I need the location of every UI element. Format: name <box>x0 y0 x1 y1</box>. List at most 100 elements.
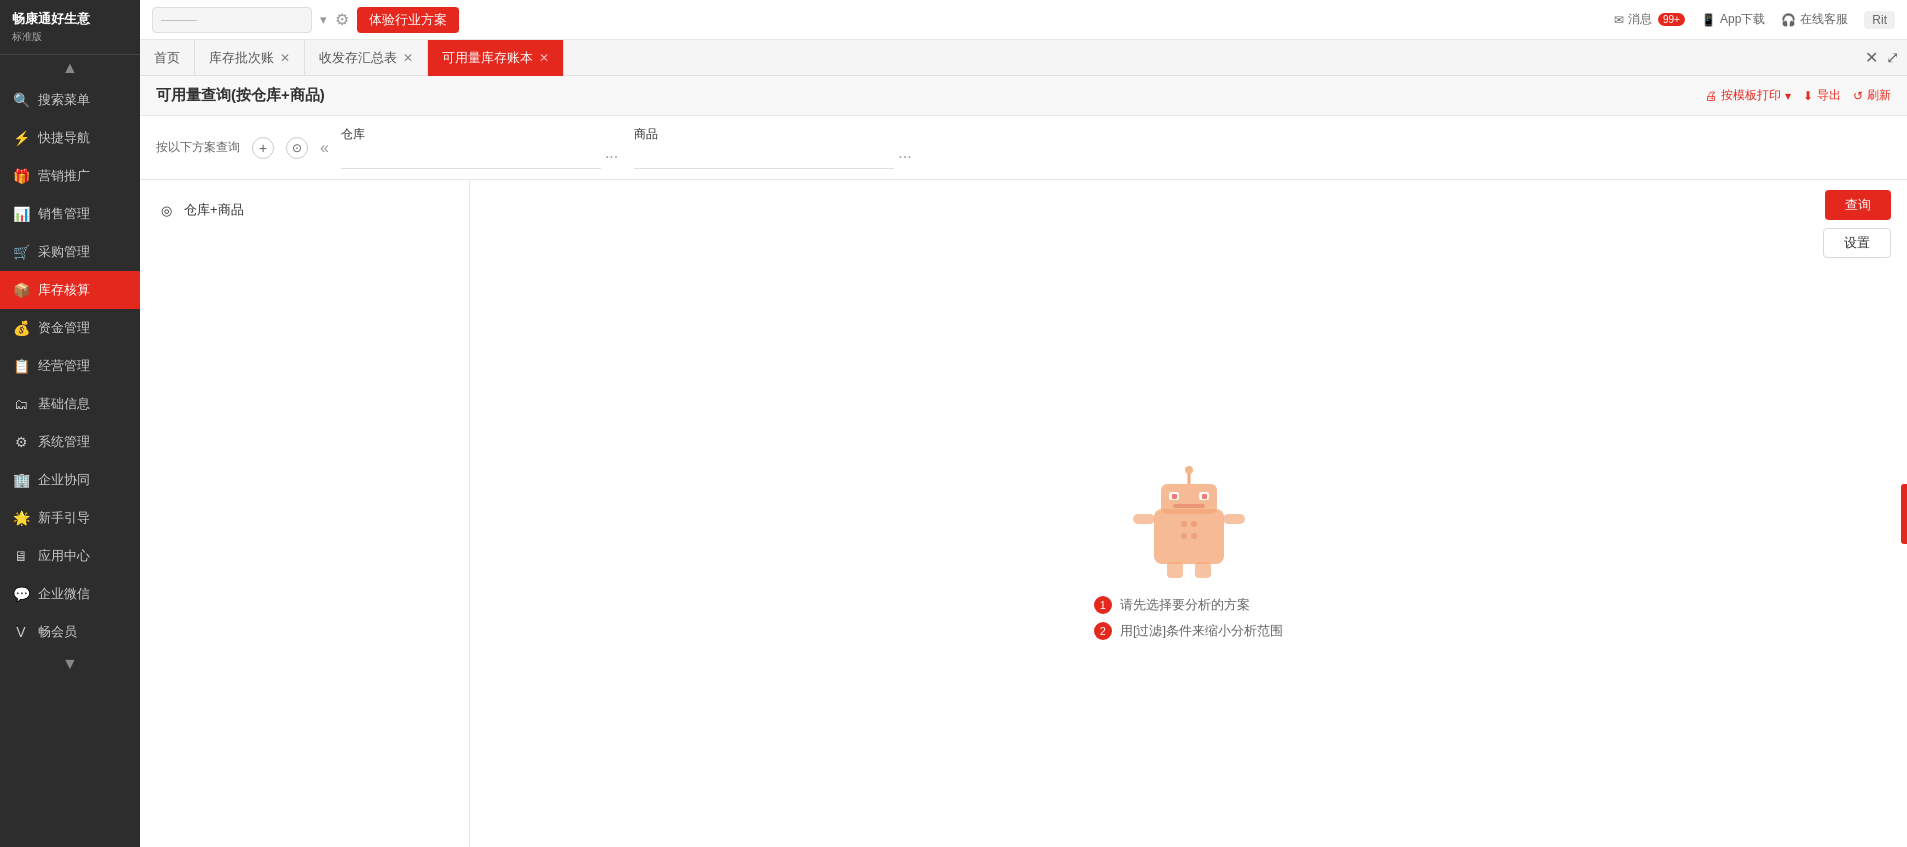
sidebar-item-label-purchase: 采购管理 <box>38 243 90 261</box>
warehouse-dots[interactable]: ··· <box>605 148 618 166</box>
sidebar-item-label-corp: 企业协同 <box>38 471 90 489</box>
print-action[interactable]: 🖨 按模板打印 ▾ <box>1705 87 1791 104</box>
user-avatar[interactable]: Rit <box>1864 11 1895 29</box>
filter-settings-button[interactable]: ⊙ <box>286 137 308 159</box>
content-area: ◎ 仓库+商品 查询 设置 <box>140 180 1907 847</box>
tab-available[interactable]: 可用量库存账本✕ <box>428 40 564 76</box>
sidebar-item-sales[interactable]: 📊 销售管理 <box>0 195 140 233</box>
svg-rect-4 <box>1172 494 1177 499</box>
left-panel-icon-0: ◎ <box>156 200 176 220</box>
sidebar-item-inventory[interactable]: 📦 库存核算 <box>0 271 140 309</box>
tab-summary[interactable]: 收发存汇总表 ✕ <box>305 40 428 76</box>
corp-icon: 🏢 <box>12 471 30 489</box>
sidebar-item-vip[interactable]: V 畅会员 <box>0 613 140 651</box>
page-header: 可用量查询(按仓库+商品) 🖨 按模板打印 ▾ ⬇ 导出 ↺ 刷新 <box>140 76 1907 116</box>
svg-point-13 <box>1181 521 1187 527</box>
headset-icon: 🎧 <box>1781 13 1796 27</box>
search-text: ——— <box>161 13 197 27</box>
settings-button[interactable]: 设置 <box>1823 228 1891 258</box>
svg-point-12 <box>1185 466 1193 474</box>
left-panel-item-0[interactable]: ◎ 仓库+商品 <box>140 192 469 228</box>
export-action[interactable]: ⬇ 导出 <box>1803 87 1841 104</box>
guide-icon: 🌟 <box>12 509 30 527</box>
sidebar-item-corp[interactable]: 🏢 企业协同 <box>0 461 140 499</box>
service-item[interactable]: 🎧 在线客服 <box>1781 11 1848 28</box>
system-icon: ⚙ <box>12 433 30 451</box>
product-input[interactable] <box>634 145 894 169</box>
app-download-item[interactable]: 📱 App下载 <box>1701 11 1765 28</box>
tabs-container: 首页库存批次账✕收发存汇总表✕可用量库存账本✕ <box>140 40 1857 75</box>
tip-number-2: 2 <box>1094 622 1112 640</box>
sidebar-item-basic[interactable]: 🗂 基础信息 <box>0 385 140 423</box>
shortcut-icon: ⚡ <box>12 129 30 147</box>
topbar-right: ✉ 消息 99+ 📱 App下载 🎧 在线客服 Rit <box>1614 11 1895 29</box>
print-label: 按模板打印 <box>1721 87 1781 104</box>
product-dots[interactable]: ··· <box>898 148 911 166</box>
filter-bar: 按以下方案查询 + ⊙ « 仓库 ··· 商品 · <box>140 116 1907 180</box>
wechat-icon: 💬 <box>12 585 30 603</box>
sidebar-item-shortcut[interactable]: ⚡ 快捷导航 <box>0 119 140 157</box>
tab-close-available[interactable]: ✕ <box>539 51 549 65</box>
message-icon: ✉ <box>1614 13 1624 27</box>
tab-label-batch: 库存批次账 <box>209 49 274 67</box>
tabs-right: ✕ ⤢ <box>1857 48 1907 67</box>
inventory-icon: 📦 <box>12 281 30 299</box>
empty-tip-2: 2 用[过滤]条件来缩小分析范围 <box>1094 622 1283 640</box>
close-tab-button[interactable]: ✕ <box>1865 48 1878 67</box>
topbar-gear-icon[interactable]: ⚙ <box>335 10 349 29</box>
sidebar-item-system[interactable]: ⚙ 系统管理 <box>0 423 140 461</box>
sidebar-item-label-app: 应用中心 <box>38 547 90 565</box>
experience-button[interactable]: 体验行业方案 <box>357 7 459 33</box>
tab-batch[interactable]: 库存批次账 ✕ <box>195 40 305 76</box>
sidebar-item-label-inventory: 库存核算 <box>38 281 90 299</box>
warehouse-input[interactable] <box>341 145 601 169</box>
sidebar-item-guide[interactable]: 🌟 新手引导 <box>0 499 140 537</box>
sidebar-scroll-up[interactable]: ▲ <box>0 55 140 81</box>
message-item[interactable]: ✉ 消息 99+ <box>1614 11 1685 28</box>
tab-label-summary: 收发存汇总表 <box>319 49 397 67</box>
query-button[interactable]: 查询 <box>1825 190 1891 220</box>
tab-home[interactable]: 首页 <box>140 40 195 76</box>
sidebar-item-marketing[interactable]: 🎁 营销推广 <box>0 157 140 195</box>
tip-text-1: 请先选择要分析的方案 <box>1120 596 1250 614</box>
topbar-chevron-icon[interactable]: ▾ <box>320 12 327 27</box>
page-content: 可用量查询(按仓库+商品) 🖨 按模板打印 ▾ ⬇ 导出 ↺ 刷新 按以下方案 <box>140 76 1907 847</box>
sidebar-scroll-down[interactable]: ▼ <box>0 651 140 677</box>
sidebar-item-wechat[interactable]: 💬 企业微信 <box>0 575 140 613</box>
right-area: 查询 设置 <box>470 180 1907 847</box>
svg-point-16 <box>1191 533 1197 539</box>
svg-point-14 <box>1191 521 1197 527</box>
sidebar-item-label-vip: 畅会员 <box>38 623 77 641</box>
sidebar-item-app[interactable]: 🖥 应用中心 <box>0 537 140 575</box>
tabs-bar: 首页库存批次账✕收发存汇总表✕可用量库存账本✕ ✕ ⤢ <box>140 40 1907 76</box>
search-box[interactable]: ——— <box>152 7 312 33</box>
tab-close-summary[interactable]: ✕ <box>403 51 413 65</box>
filter-collapse-button[interactable]: « <box>320 139 329 157</box>
scroll-hint <box>1901 484 1907 544</box>
sidebar-item-finance[interactable]: 💰 资金管理 <box>0 309 140 347</box>
expand-button[interactable]: ⤢ <box>1886 48 1899 67</box>
export-icon: ⬇ <box>1803 89 1813 103</box>
print-icon: 🖨 <box>1705 89 1717 103</box>
version-badge: 标准版 <box>12 30 128 44</box>
tab-close-batch[interactable]: ✕ <box>280 51 290 65</box>
product-filter-field: 商品 ··· <box>634 126 911 169</box>
sidebar-item-label-operation: 经营管理 <box>38 357 90 375</box>
search-icon: 🔍 <box>12 91 30 109</box>
filter-label: 按以下方案查询 <box>156 139 240 156</box>
filter-add-button[interactable]: + <box>252 137 274 159</box>
sidebar-item-label-search: 搜索菜单 <box>38 91 90 109</box>
tab-label-home: 首页 <box>154 49 180 67</box>
sidebar-item-purchase[interactable]: 🛒 采购管理 <box>0 233 140 271</box>
empty-tips: 1 请先选择要分析的方案 2 用[过滤]条件来缩小分析范围 <box>1094 596 1283 640</box>
sidebar-item-search[interactable]: 🔍 搜索菜单 <box>0 81 140 119</box>
print-chevron-icon: ▾ <box>1785 89 1791 103</box>
empty-tip-1: 1 请先选择要分析的方案 <box>1094 596 1283 614</box>
page-header-actions: 🖨 按模板打印 ▾ ⬇ 导出 ↺ 刷新 <box>1705 87 1891 104</box>
operation-icon: 📋 <box>12 357 30 375</box>
refresh-action[interactable]: ↺ 刷新 <box>1853 87 1891 104</box>
sales-icon: 📊 <box>12 205 30 223</box>
sidebar-item-label-guide: 新手引导 <box>38 509 90 527</box>
sidebar-item-operation[interactable]: 📋 经营管理 <box>0 347 140 385</box>
svg-point-15 <box>1181 533 1187 539</box>
